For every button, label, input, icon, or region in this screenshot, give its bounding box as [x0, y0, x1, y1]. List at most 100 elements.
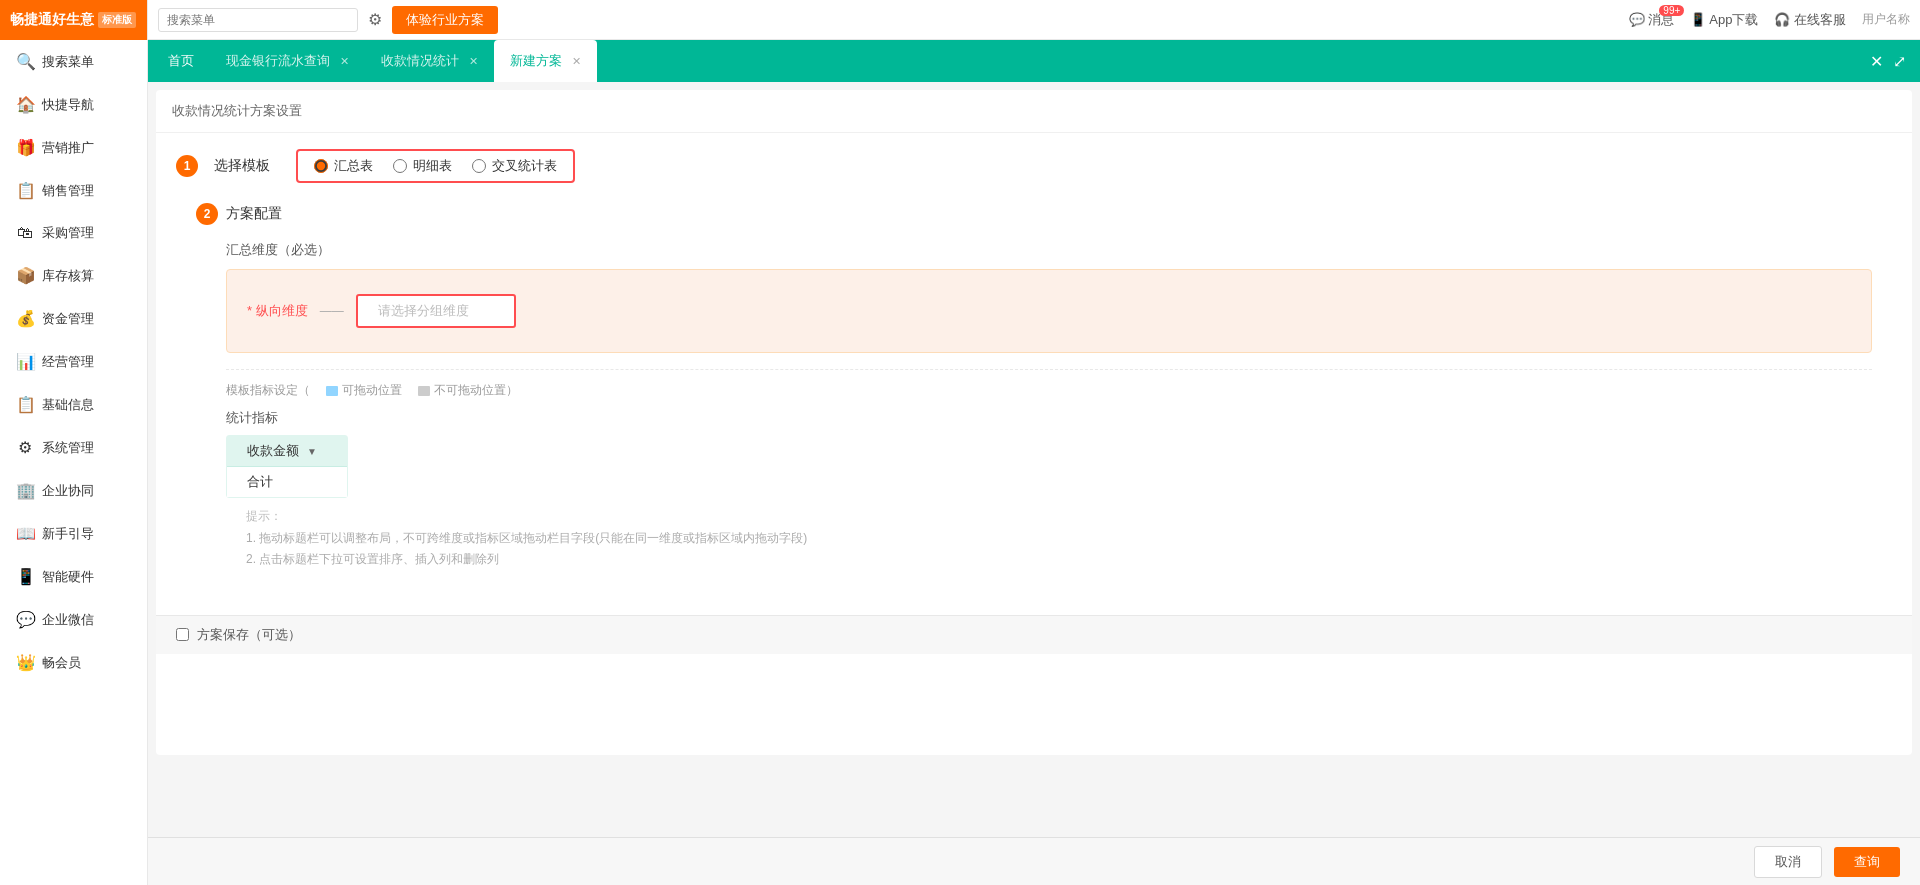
tab-receipts-close[interactable]: ✕: [469, 55, 478, 68]
tab-cashflow-close[interactable]: ✕: [340, 55, 349, 68]
step1-section: 1 选择模板 汇总表 明细表 交叉统计表: [156, 133, 1912, 615]
close-window-icon[interactable]: ✕: [1870, 52, 1883, 71]
content-area: 收款情况统计方案设置 1 选择模板 汇总表 明细表: [148, 82, 1920, 837]
not-draggable-label: 不可拖动位置）: [434, 382, 518, 399]
sidebar-item-label: 新手引导: [42, 525, 94, 543]
guide-icon: 📖: [16, 524, 34, 543]
query-button[interactable]: 查询: [1834, 847, 1900, 877]
inventory-icon: 📦: [16, 266, 34, 285]
sidebar-item-quicknav[interactable]: 🏠 快捷导航: [0, 83, 147, 126]
cancel-button[interactable]: 取消: [1754, 846, 1822, 878]
tips-section: 提示： 1. 拖动标题栏可以调整布局，不可跨维度或指标区域拖动栏目字段(只能在同…: [226, 498, 1872, 583]
sidebar-item-marketing[interactable]: 🎁 营销推广: [0, 126, 147, 169]
step1-label: 选择模板: [214, 157, 270, 175]
sidebar-item-operation[interactable]: 📊 经营管理: [0, 340, 147, 383]
sidebar-item-hardware[interactable]: 📱 智能硬件: [0, 555, 147, 598]
tip2: 2. 点击标题栏下拉可设置排序、插入列和删除列: [246, 549, 1852, 571]
sidebar-item-label: 畅会员: [42, 654, 81, 672]
tips-title: 提示：: [246, 509, 282, 523]
stats-table-header[interactable]: 收款金额 ▼: [227, 436, 347, 467]
sidebar-item-corp[interactable]: 🏢 企业协同: [0, 469, 147, 512]
sidebar-item-system[interactable]: ⚙ 系统管理: [0, 426, 147, 469]
notification-count: 99+: [1659, 5, 1684, 16]
sidebar: 畅捷通好生意 标准版 🔍 搜索菜单 🏠 快捷导航 🎁 营销推广 📋 销售管理 🛍…: [0, 0, 148, 885]
dimension-area: * 纵向维度 —— 请选择分组维度: [226, 269, 1872, 353]
radio-detail-input[interactable]: [393, 159, 407, 173]
sidebar-item-basic[interactable]: 📋 基础信息: [0, 383, 147, 426]
dimension-row-label: * 纵向维度: [247, 302, 308, 320]
radio-detail[interactable]: 明细表: [393, 157, 452, 175]
not-draggable-tag: 不可拖动位置）: [418, 382, 518, 399]
sidebar-item-label: 销售管理: [42, 182, 94, 200]
search-area[interactable]: [158, 8, 358, 32]
sidebar-item-label: 智能硬件: [42, 568, 94, 586]
sidebar-item-label: 企业协同: [42, 482, 94, 500]
gift-icon: 🎁: [16, 138, 34, 157]
tab-receipts[interactable]: 收款情况统计 ✕: [365, 40, 494, 82]
stats-table: 收款金额 ▼ 合计: [226, 435, 348, 498]
metrics-header: 模板指标设定（ 可拖动位置 不可拖动位置）: [226, 382, 1872, 399]
finance-icon: 💰: [16, 309, 34, 328]
member-icon: 👑: [16, 653, 34, 672]
tab-newplan[interactable]: 新建方案 ✕: [494, 40, 597, 82]
notification-btn[interactable]: 💬 消息 99+: [1629, 11, 1675, 29]
radio-summary-input[interactable]: [314, 159, 328, 173]
radio-detail-label: 明细表: [413, 157, 452, 175]
sidebar-item-label: 资金管理: [42, 310, 94, 328]
step2-row: 2 方案配置: [196, 203, 1872, 225]
draggable-label: 可拖动位置: [342, 382, 402, 399]
sidebar-item-label: 营销推广: [42, 139, 94, 157]
download-btn[interactable]: 📱 App下载: [1690, 11, 1758, 29]
corp-icon: 🏢: [16, 481, 34, 500]
search-icon: 🔍: [16, 52, 34, 71]
sidebar-item-inventory[interactable]: 📦 库存核算: [0, 254, 147, 297]
radio-cross-input[interactable]: [472, 159, 486, 173]
operation-icon: 📊: [16, 352, 34, 371]
step1-row: 1 选择模板 汇总表 明细表 交叉统计表: [176, 149, 1892, 183]
version-badge: 标准版: [98, 12, 136, 28]
sidebar-item-finance[interactable]: 💰 资金管理: [0, 297, 147, 340]
tab-receipts-label: 收款情况统计: [381, 52, 459, 70]
sidebar-item-purchase[interactable]: 🛍 采购管理: [0, 212, 147, 254]
dimension-title: 汇总维度（必选）: [226, 241, 1872, 259]
settings-icon[interactable]: ⚙: [368, 10, 382, 29]
radio-cross[interactable]: 交叉统计表: [472, 157, 557, 175]
save-label: 方案保存（可选）: [197, 626, 301, 644]
sidebar-item-label: 搜索菜单: [42, 53, 94, 71]
step2-label: 方案配置: [226, 205, 282, 223]
metrics-title-text: 模板指标设定（: [226, 382, 310, 399]
topbar-right: 💬 消息 99+ 📱 App下载 🎧 在线客服 用户名称: [1629, 11, 1910, 29]
sidebar-item-label: 系统管理: [42, 439, 94, 457]
tab-home[interactable]: 首页: [152, 40, 210, 82]
main-area: ⚙ 体验行业方案 💬 消息 99+ 📱 App下载 🎧 在线客服 用户名称 首页…: [148, 0, 1920, 885]
home-icon: 🏠: [16, 95, 34, 114]
dimension-select[interactable]: 请选择分组维度: [356, 294, 516, 328]
sidebar-item-label: 企业微信: [42, 611, 94, 629]
sidebar-item-label: 库存核算: [42, 267, 94, 285]
user-name: 用户名称: [1862, 11, 1910, 28]
dropdown-arrow-icon[interactable]: ▼: [307, 446, 317, 457]
sidebar-item-sales[interactable]: 📋 销售管理: [0, 169, 147, 212]
service-btn[interactable]: 🎧 在线客服: [1774, 11, 1846, 29]
template-select-box: 汇总表 明细表 交叉统计表: [296, 149, 575, 183]
sidebar-item-member[interactable]: 👑 畅会员: [0, 641, 147, 684]
search-input[interactable]: [158, 8, 358, 32]
sidebar-item-wechat[interactable]: 💬 企业微信: [0, 598, 147, 641]
maximize-icon[interactable]: ⤢: [1893, 52, 1906, 71]
app-logo: 畅捷通好生意 标准版: [0, 0, 147, 40]
save-checkbox[interactable]: [176, 628, 189, 641]
tab-controls: ✕ ⤢: [1870, 52, 1916, 71]
radio-summary[interactable]: 汇总表: [314, 157, 373, 175]
not-draggable-icon: [418, 386, 430, 396]
tab-newplan-close[interactable]: ✕: [572, 55, 581, 68]
wechat-icon: 💬: [16, 610, 34, 629]
sidebar-item-label: 快捷导航: [42, 96, 94, 114]
nav-tabs: 首页 现金银行流水查询 ✕ 收款情况统计 ✕ 新建方案 ✕ ✕ ⤢: [148, 40, 1920, 82]
sidebar-item-label: 经营管理: [42, 353, 94, 371]
tab-cashflow[interactable]: 现金银行流水查询 ✕: [210, 40, 365, 82]
sidebar-item-search[interactable]: 🔍 搜索菜单: [0, 40, 147, 83]
sidebar-item-guide[interactable]: 📖 新手引导: [0, 512, 147, 555]
sales-icon: 📋: [16, 181, 34, 200]
industry-btn[interactable]: 体验行业方案: [392, 6, 498, 34]
tab-newplan-label: 新建方案: [510, 52, 562, 70]
